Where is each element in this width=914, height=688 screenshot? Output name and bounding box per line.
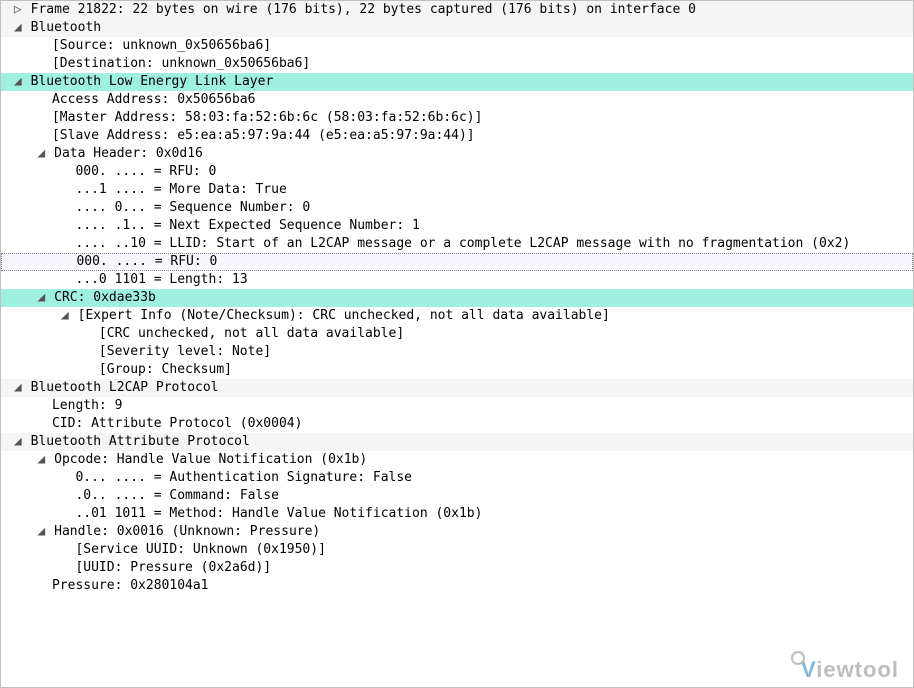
l2cap-cid: CID: Attribute Protocol (0x0004) [52,416,302,431]
ble-access-address: Access Address: 0x50656ba6 [52,92,256,107]
att-service: [Service UUID: Unknown (0x1950)] [75,542,325,557]
dh-rfu2: 000. .... = RFU: 0 [76,254,217,269]
dh-rfu2-row[interactable]: 000. .... = RFU: 0 [1,253,913,271]
collapse-icon[interactable]: ◢ [36,523,46,541]
att-cmd-row[interactable]: .0.. .... = Command: False [1,487,913,505]
crc-expert-row[interactable]: ◢ [Expert Info (Note/Checksum): CRC unch… [1,307,913,325]
frame-summary: Frame 21822: 22 bytes on wire (176 bits)… [31,2,696,17]
crc-group-row[interactable]: [Group: Checksum] [1,361,913,379]
ble-slave-row[interactable]: [Slave Address: e5:ea:a5:97:9a:44 (e5:ea… [1,127,913,145]
dh-nesn-row[interactable]: .... .1.. = Next Expected Sequence Numbe… [1,217,913,235]
att-service-row[interactable]: [Service UUID: Unknown (0x1950)] [1,541,913,559]
collapse-icon[interactable]: ◢ [36,145,46,163]
dh-length: ...0 1101 = Length: 13 [75,272,247,287]
ble-access-address-row[interactable]: Access Address: 0x50656ba6 [1,91,913,109]
collapse-icon[interactable]: ◢ [60,307,70,325]
att-uuid-row[interactable]: [UUID: Pressure (0x2a6d)] [1,559,913,577]
collapse-icon[interactable]: ◢ [13,73,23,91]
collapse-icon[interactable]: ◢ [13,19,23,37]
att-method: ..01 1011 = Method: Handle Value Notific… [75,506,482,521]
crc-severity: [Severity level: Note] [99,344,271,359]
collapse-icon[interactable]: ◢ [36,289,46,307]
bt-source-row[interactable]: [Source: unknown_0x50656ba6] [1,37,913,55]
att-opcode-title: Opcode: Handle Value Notification (0x1b) [54,452,367,467]
att-handle-title: Handle: 0x0016 (Unknown: Pressure) [54,524,320,539]
dh-nesn: .... .1.. = Next Expected Sequence Numbe… [75,218,419,233]
dh-more: ...1 .... = More Data: True [75,182,286,197]
bt-destination: [Destination: unknown_0x50656ba6] [52,56,310,71]
crc-unchecked: [CRC unchecked, not all data available] [99,326,404,341]
bluetooth-title: Bluetooth [31,20,101,35]
att-pressure-row[interactable]: Pressure: 0x280104a1 [1,577,913,595]
l2cap-header-row[interactable]: ◢ Bluetooth L2CAP Protocol [1,379,913,397]
att-auth-row[interactable]: 0... .... = Authentication Signature: Fa… [1,469,913,487]
expand-icon[interactable]: ▷ [13,1,23,19]
dh-rfu1-row[interactable]: 000. .... = RFU: 0 [1,163,913,181]
collapse-icon[interactable]: ◢ [13,433,23,451]
ble-master-row[interactable]: [Master Address: 58:03:fa:52:6b:6c (58:0… [1,109,913,127]
crc-expert: [Expert Info (Note/Checksum): CRC unchec… [78,308,610,323]
crc-title: CRC: 0xdae33b [54,290,156,305]
att-cmd: .0.. .... = Command: False [75,488,279,503]
dh-seq: .... 0... = Sequence Number: 0 [75,200,310,215]
crc-severity-row[interactable]: [Severity level: Note] [1,343,913,361]
ble-slave: [Slave Address: e5:ea:a5:97:9a:44 (e5:ea… [52,128,475,143]
ble-header-row[interactable]: ◢ Bluetooth Low Energy Link Layer [1,73,913,91]
crc-unchecked-row[interactable]: [CRC unchecked, not all data available] [1,325,913,343]
ble-title: Bluetooth Low Energy Link Layer [31,74,274,89]
dh-more-row[interactable]: ...1 .... = More Data: True [1,181,913,199]
dh-seq-row[interactable]: .... 0... = Sequence Number: 0 [1,199,913,217]
collapse-icon[interactable]: ◢ [36,451,46,469]
bt-source: [Source: unknown_0x50656ba6] [52,38,271,53]
att-method-row[interactable]: ..01 1011 = Method: Handle Value Notific… [1,505,913,523]
dh-length-row[interactable]: ...0 1101 = Length: 13 [1,271,913,289]
bt-destination-row[interactable]: [Destination: unknown_0x50656ba6] [1,55,913,73]
crc-group: [Group: Checksum] [99,362,232,377]
watermark-logo: Viewtool [787,661,899,679]
collapse-icon[interactable]: ◢ [13,379,23,397]
dh-llid-row[interactable]: .... ..10 = LLID: Start of an L2CAP mess… [1,235,913,253]
dh-rfu1: 000. .... = RFU: 0 [75,164,216,179]
att-auth: 0... .... = Authentication Signature: Fa… [75,470,412,485]
l2cap-length: Length: 9 [52,398,122,413]
att-header-row[interactable]: ◢ Bluetooth Attribute Protocol [1,433,913,451]
frame-summary-row[interactable]: ▷ Frame 21822: 22 bytes on wire (176 bit… [1,1,913,19]
att-handle-row[interactable]: ◢ Handle: 0x0016 (Unknown: Pressure) [1,523,913,541]
att-uuid: [UUID: Pressure (0x2a6d)] [75,560,271,575]
data-header-title: Data Header: 0x0d16 [54,146,203,161]
ble-master: [Master Address: 58:03:fa:52:6b:6c (58:0… [52,110,482,125]
l2cap-title: Bluetooth L2CAP Protocol [31,380,219,395]
att-title: Bluetooth Attribute Protocol [31,434,250,449]
data-header-row[interactable]: ◢ Data Header: 0x0d16 [1,145,913,163]
crc-header-row[interactable]: ◢ CRC: 0xdae33b [1,289,913,307]
l2cap-length-row[interactable]: Length: 9 [1,397,913,415]
bluetooth-header-row[interactable]: ◢ Bluetooth [1,19,913,37]
l2cap-cid-row[interactable]: CID: Attribute Protocol (0x0004) [1,415,913,433]
att-opcode-row[interactable]: ◢ Opcode: Handle Value Notification (0x1… [1,451,913,469]
att-pressure: Pressure: 0x280104a1 [52,578,209,593]
watermark-text: iewtool [816,657,899,682]
dh-llid: .... ..10 = LLID: Start of an L2CAP mess… [75,236,850,251]
